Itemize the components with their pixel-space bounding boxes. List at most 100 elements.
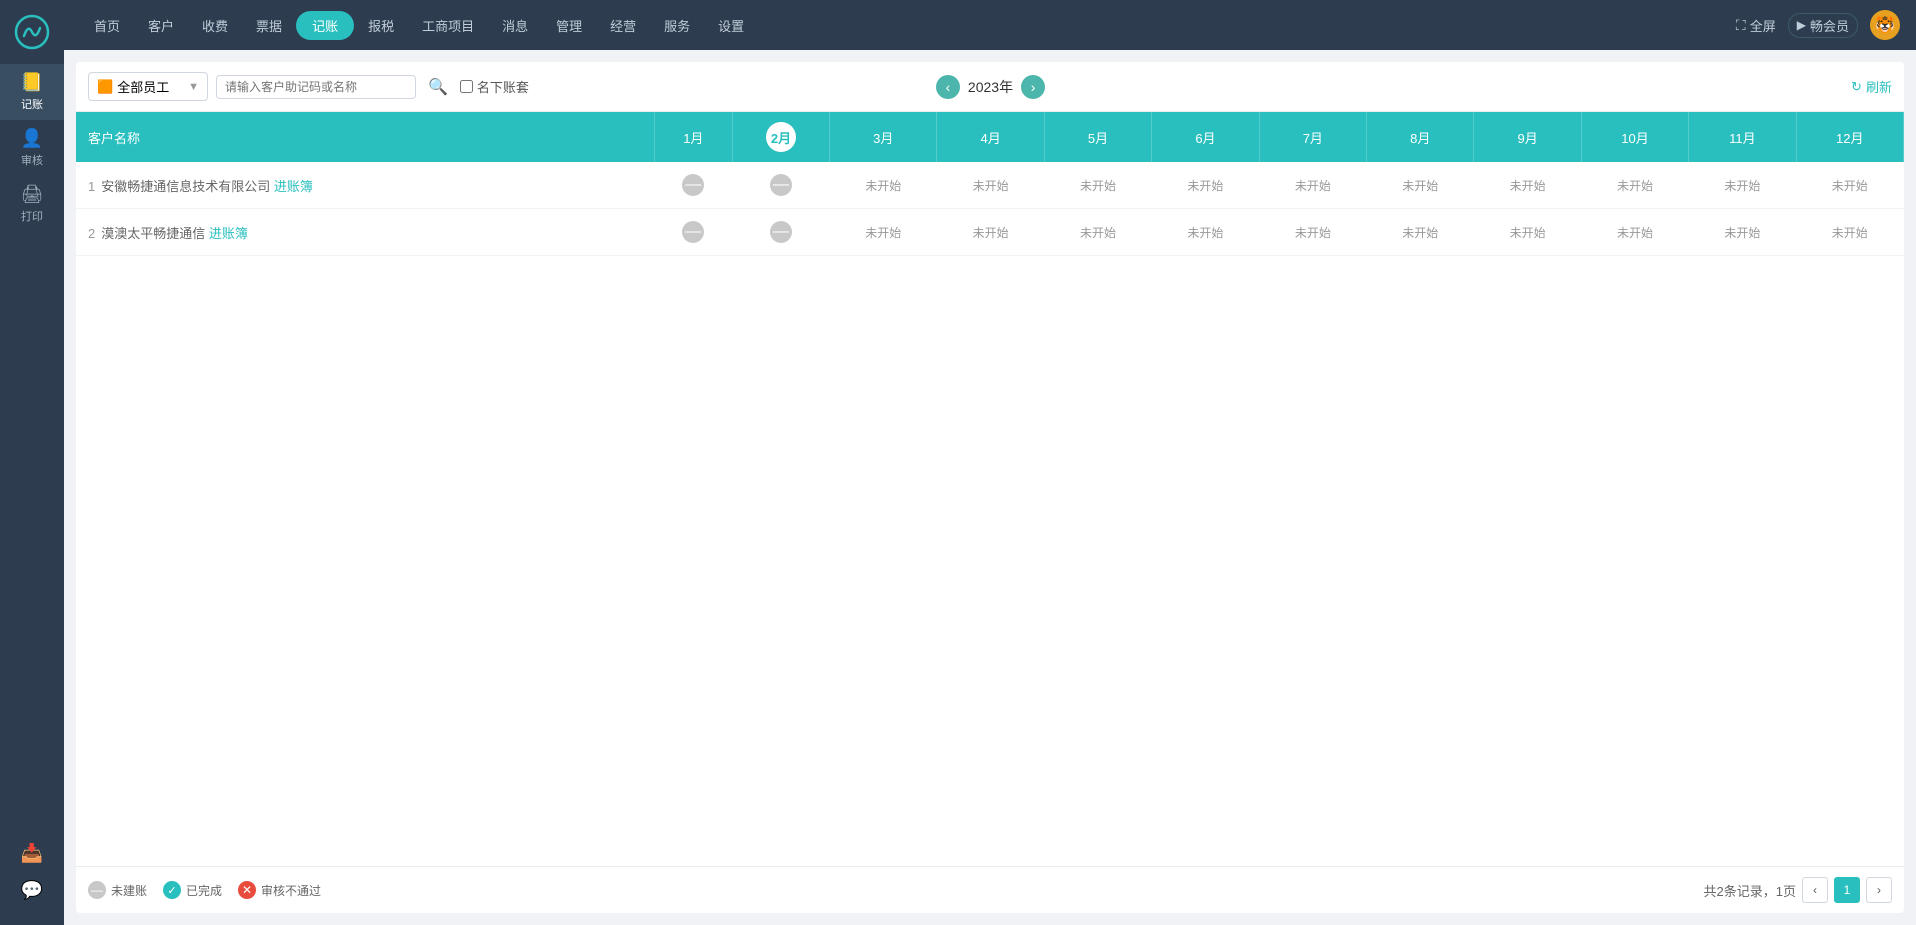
status-not-started: 未开始 [1617, 226, 1653, 240]
review-icon: 👤 [21, 128, 43, 149]
prev-year-button[interactable]: ‹ [936, 75, 960, 99]
cell-m12: 未开始 [1796, 209, 1903, 256]
sidebar-item-review[interactable]: 👤 审核 [0, 120, 64, 176]
next-page-button[interactable]: › [1866, 877, 1892, 903]
status-not-started: 未开始 [1724, 179, 1760, 193]
print-icon: 🖨 [21, 184, 44, 205]
col-m8: 8月 [1367, 112, 1474, 162]
record-count: 共2条记录，1页 [1704, 881, 1796, 900]
legend-not-built: — 未建账 [88, 881, 147, 899]
nav-bookkeeping[interactable]: 记账 [296, 11, 354, 40]
row-number: 1 [88, 179, 95, 194]
nav-service[interactable]: 服务 [650, 10, 704, 41]
status-not-started: 未开始 [1724, 226, 1760, 240]
col-m1: 1月 [654, 112, 732, 162]
page-1-button[interactable]: 1 [1834, 877, 1860, 903]
nav-message[interactable]: 消息 [488, 10, 542, 41]
current-month-circle: 2月 [766, 122, 796, 152]
cell-m10: 未开始 [1581, 162, 1688, 209]
refresh-button[interactable]: ↻ 刷新 [1851, 77, 1892, 96]
col-m10: 10月 [1581, 112, 1688, 162]
sidebar-item-bookkeeping[interactable]: 📒 记账 [0, 64, 64, 120]
cell-m2: — [733, 162, 830, 209]
nav-operation[interactable]: 经营 [596, 10, 650, 41]
status-not-started: 未开始 [1832, 226, 1868, 240]
cell-m2: — [733, 209, 830, 256]
legend-done: ✓ 已完成 [163, 881, 222, 899]
nav-home[interactable]: 首页 [80, 10, 134, 41]
cell-m10: 未开始 [1581, 209, 1688, 256]
status-not-started: 未开始 [1295, 226, 1331, 240]
col-m3: 3月 [830, 112, 937, 162]
year-display: 2023年 [968, 77, 1013, 97]
cell-m7: 未开始 [1259, 162, 1366, 209]
main-card: 🟧 全部员工 ▼ 🔍 名下账套 ‹ 2023年 › ↻ 刷新 [76, 62, 1904, 913]
subsidiary-checkbox-label[interactable]: 名下账套 [460, 77, 529, 96]
avatar-emoji: 🐯 [1875, 15, 1895, 35]
cell-company-name: 1 安徽畅捷通信息技术有限公司 进账簿 [76, 162, 654, 209]
cell-company-name: 2漠澳太平畅捷通信 进账簿 [76, 209, 654, 256]
status-not-started: 未开始 [1617, 179, 1653, 193]
nav-invoice[interactable]: 票据 [242, 10, 296, 41]
cell-m3: 未开始 [830, 209, 937, 256]
nav-tax[interactable]: 报税 [354, 10, 408, 41]
employee-icon: 🟧 [97, 79, 113, 95]
sidebar-item-print[interactable]: 🖨 打印 [0, 176, 64, 232]
cell-m8: 未开始 [1367, 162, 1474, 209]
status-not-started: 未开始 [865, 226, 901, 240]
status-not-started: 未开始 [1080, 226, 1116, 240]
nav-fee[interactable]: 收费 [188, 10, 242, 41]
main-area: 首页 客户 收费 票据 记账 报税 工商项目 消息 管理 经营 服务 设置 ⛶ … [64, 0, 1916, 925]
cell-m7: 未开始 [1259, 209, 1366, 256]
enter-ledger-link[interactable]: 进账簿 [274, 179, 313, 194]
next-year-button[interactable]: › [1021, 75, 1045, 99]
content-area: 🟧 全部员工 ▼ 🔍 名下账套 ‹ 2023年 › ↻ 刷新 [64, 50, 1916, 925]
legend-not-built-label: 未建账 [111, 882, 147, 899]
nav-client[interactable]: 客户 [134, 10, 188, 41]
col-m4: 4月 [937, 112, 1044, 162]
cell-m5: 未开始 [1044, 162, 1151, 209]
employee-select[interactable]: 🟧 全部员工 ▼ [88, 72, 208, 101]
table-footer: — 未建账 ✓ 已完成 ✕ 审核不通过 共2条记录，1页 ‹ 1 › [76, 866, 1904, 913]
employee-select-label: 全部员工 [117, 77, 169, 96]
top-nav: 首页 客户 收费 票据 记账 报税 工商项目 消息 管理 经营 服务 设置 ⛶ … [64, 0, 1916, 50]
cell-m3: 未开始 [830, 162, 937, 209]
sidebar-item-download[interactable]: 📥 [0, 835, 64, 872]
sidebar-item-chat[interactable]: 💬 [0, 872, 64, 909]
nav-manage[interactable]: 管理 [542, 10, 596, 41]
table-header-row: 客户名称 1月 2月 3月 4月 [76, 112, 1904, 162]
status-not-started: 未开始 [865, 179, 901, 193]
col-m9: 9月 [1474, 112, 1581, 162]
user-avatar[interactable]: 🐯 [1870, 10, 1900, 40]
nav-bizitem[interactable]: 工商项目 [408, 10, 488, 41]
bookkeeping-table: 客户名称 1月 2月 3月 4月 [76, 112, 1904, 256]
cell-m11: 未开始 [1689, 209, 1796, 256]
status-not-started: 未开始 [1187, 226, 1223, 240]
search-input[interactable] [216, 75, 416, 99]
company-name: 安徽畅捷通信息技术有限公司 [101, 179, 270, 194]
sidebar-bottom: 📥 💬 [0, 835, 64, 925]
status-not-started: 未开始 [1832, 179, 1868, 193]
col-m5: 5月 [1044, 112, 1151, 162]
search-button[interactable]: 🔍 [424, 73, 452, 101]
refresh-label: 刷新 [1866, 77, 1892, 96]
legend-done-icon: ✓ [163, 881, 181, 899]
status-not-started: 未开始 [1295, 179, 1331, 193]
fullscreen-button[interactable]: ⛶ 全屏 [1736, 16, 1776, 35]
enter-ledger-link[interactable]: 进账簿 [209, 226, 248, 241]
cell-m12: 未开始 [1796, 162, 1903, 209]
legend-rejected: ✕ 审核不通过 [238, 881, 321, 899]
subsidiary-checkbox[interactable] [460, 80, 473, 93]
cell-m8: 未开始 [1367, 209, 1474, 256]
prev-page-button[interactable]: ‹ [1802, 877, 1828, 903]
member-icon: ▶ [1797, 18, 1806, 32]
table-wrapper: 客户名称 1月 2月 3月 4月 [76, 112, 1904, 866]
col-m7: 7月 [1259, 112, 1366, 162]
sidebar-item-review-label: 审核 [21, 152, 43, 168]
member-button[interactable]: ▶ 畅会员 [1788, 13, 1858, 38]
col-m6: 6月 [1152, 112, 1259, 162]
nav-settings[interactable]: 设置 [704, 10, 758, 41]
status-not-started: 未开始 [973, 226, 1009, 240]
status-not-started: 未开始 [1510, 179, 1546, 193]
legend-not-built-icon: — [88, 881, 106, 899]
